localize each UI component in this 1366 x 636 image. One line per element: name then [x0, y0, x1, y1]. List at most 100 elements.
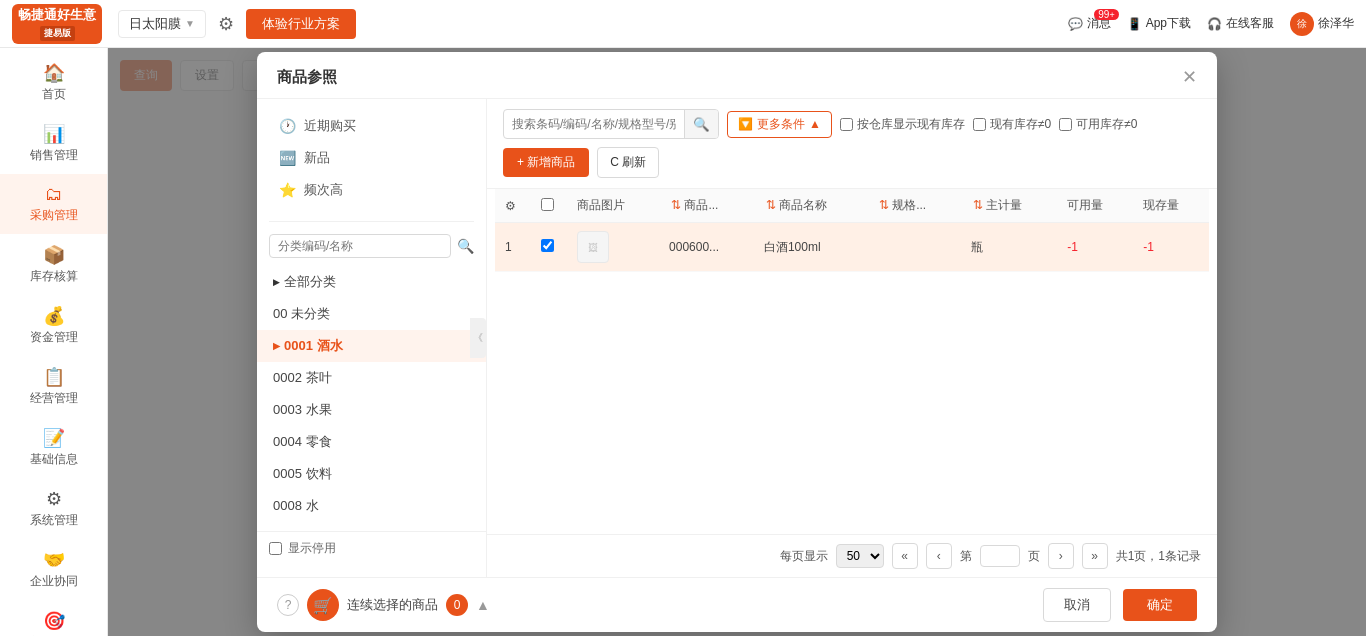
row-stock: -1 [1133, 223, 1209, 272]
sidebar-item-finance[interactable]: 💰 资金管理 [0, 295, 107, 356]
frequent-label: 频次高 [304, 181, 343, 199]
app-download-btn[interactable]: 📱 App下载 [1127, 15, 1191, 32]
category-tea[interactable]: 0002 茶叶 [257, 362, 486, 394]
category-drink-label: 0005 饮料 [273, 465, 332, 483]
select-all-checkbox[interactable] [541, 198, 554, 211]
category-snack-label: 0004 零食 [273, 433, 332, 451]
finance-icon: 💰 [43, 305, 65, 327]
filter-btn[interactable]: 🔽 更多条件 ▲ [727, 111, 832, 138]
cart-label: 连续选择的商品 [347, 596, 438, 614]
trial-button[interactable]: 体验行业方案 [246, 9, 356, 39]
available-stock-label: 可用库存≠0 [1076, 116, 1137, 133]
user-menu[interactable]: 徐 徐泽华 [1290, 12, 1354, 36]
arrow-right-icon: ▶ [273, 277, 280, 287]
help-icon[interactable]: ? [277, 594, 299, 616]
th-code[interactable]: ⇅ 商品... [659, 189, 754, 223]
frequent-tab[interactable]: ⭐ 频次高 [269, 175, 474, 205]
sidebar-item-system[interactable]: ⚙ 系统管理 [0, 478, 107, 539]
sidebar-item-purchase[interactable]: 🗂 采购管理 [0, 174, 107, 234]
sidebar-item-operation[interactable]: 📋 经营管理 [0, 356, 107, 417]
category-unclassified[interactable]: 00 未分类 [257, 298, 486, 330]
collapse-up-icon[interactable]: ▲ [476, 597, 490, 613]
page-label: 第 [960, 548, 972, 565]
product-search-input[interactable] [504, 117, 684, 131]
category-appliance[interactable]: 0010 家电 [257, 522, 486, 531]
cart-icon: 🛒 [307, 589, 339, 621]
product-table: ⚙ 商品图片 ⇅ [495, 189, 1209, 272]
th-checkbox [531, 189, 567, 223]
page-first-btn[interactable]: « [892, 543, 918, 569]
th-name[interactable]: ⇅ 商品名称 [754, 189, 867, 223]
sidebar-item-basic[interactable]: 📝 基础信息 [0, 417, 107, 478]
warehouse-stock-checkbox[interactable] [840, 118, 853, 131]
th-spec[interactable]: ⇅ 规格... [867, 189, 961, 223]
sidebar-item-home[interactable]: 🏠 首页 [0, 52, 107, 113]
modal-title: 商品参照 [277, 68, 337, 87]
column-settings-icon[interactable]: ⚙ [505, 199, 516, 213]
table-header-row: ⚙ 商品图片 ⇅ [495, 189, 1209, 223]
add-product-btn[interactable]: + 新增商品 [503, 148, 589, 177]
th-settings: ⚙ [495, 189, 531, 223]
modal-close-btn[interactable]: ✕ [1182, 66, 1197, 88]
page-prev-btn[interactable]: ‹ [926, 543, 952, 569]
filter-arrow-icon: ▲ [809, 117, 821, 131]
clock-icon: 🕐 [279, 118, 296, 134]
sidebar-item-sales[interactable]: 📊 销售管理 [0, 113, 107, 174]
category-search-row: 🔍 [269, 234, 474, 258]
page-number-input[interactable]: 1 [980, 545, 1020, 567]
category-snack[interactable]: 0004 零食 [257, 426, 486, 458]
page-last-btn[interactable]: » [1082, 543, 1108, 569]
available-stock-checkbox[interactable] [1059, 118, 1072, 131]
confirm-btn[interactable]: 确定 [1123, 589, 1197, 621]
guide-icon: 🎯 [43, 610, 65, 632]
checkbox-warehouse-stock[interactable]: 按仓库显示现有库存 [840, 116, 965, 133]
table-row[interactable]: 1 🖼 000600... [495, 223, 1209, 272]
sidebar-label-corp: 企业协同 [30, 573, 78, 590]
sidebar-item-corp[interactable]: 🤝 企业协同 [0, 539, 107, 600]
store-dropdown[interactable]: 日太阳膜 ▼ [118, 10, 206, 38]
recent-purchase-label: 近期购买 [304, 117, 356, 135]
arrow-active-icon: ▶ [273, 341, 280, 351]
checkbox-available-stock[interactable]: 可用库存≠0 [1059, 116, 1137, 133]
show-disabled-checkbox[interactable] [269, 542, 282, 555]
recent-purchase-tab[interactable]: 🕐 近期购买 [269, 111, 474, 141]
modal-footer: ? 🛒 连续选择的商品 0 ▲ 取消 确定 [257, 577, 1217, 632]
sidebar-item-guide[interactable]: 🎯 新手引导 [0, 600, 107, 636]
headset-icon: 🎧 [1207, 17, 1222, 31]
sidebar-label-operation: 经营管理 [30, 390, 78, 407]
refresh-btn[interactable]: C 刷新 [597, 147, 659, 178]
cancel-btn[interactable]: 取消 [1043, 588, 1111, 622]
category-drink[interactable]: 0005 饮料 [257, 458, 486, 490]
checkbox-existing-stock[interactable]: 现有库存≠0 [973, 116, 1051, 133]
messages-btn[interactable]: 💬 消息 99+ [1068, 15, 1111, 32]
system-icon: ⚙ [46, 488, 62, 510]
sidebar-label-purchase: 采购管理 [30, 207, 78, 224]
th-unit[interactable]: ⇅ 主计量 [961, 189, 1058, 223]
page-next-btn[interactable]: › [1048, 543, 1074, 569]
existing-stock-checkbox[interactable] [973, 118, 986, 131]
per-page-select[interactable]: 50 [836, 544, 884, 568]
settings-icon[interactable]: ⚙ [210, 8, 242, 40]
category-water[interactable]: 0008 水 [257, 490, 486, 522]
cart-count: 0 [446, 594, 468, 616]
product-search-btn[interactable]: 🔍 [684, 110, 718, 138]
existing-stock-label: 现有库存≠0 [990, 116, 1051, 133]
category-search-icon[interactable]: 🔍 [457, 238, 474, 254]
new-icon: 🆕 [279, 150, 296, 166]
filter-icon: 🔽 [738, 117, 753, 131]
row-checkbox[interactable] [541, 239, 554, 252]
row-name: 白酒100ml [754, 223, 867, 272]
row-checkbox-cell [531, 223, 567, 272]
panel-collapse-btn[interactable]: 《 [470, 318, 486, 358]
category-fruit[interactable]: 0003 水果 [257, 394, 486, 426]
category-fruit-label: 0003 水果 [273, 401, 332, 419]
category-search-input[interactable] [269, 234, 451, 258]
message-icon: 💬 [1068, 17, 1083, 31]
category-all[interactable]: ▶ 全部分类 [257, 266, 486, 298]
service-btn[interactable]: 🎧 在线客服 [1207, 15, 1274, 32]
new-products-tab[interactable]: 🆕 新品 [269, 143, 474, 173]
sidebar-item-inventory[interactable]: 📦 库存核算 [0, 234, 107, 295]
sidebar: 🏠 首页 📊 销售管理 🗂 采购管理 📦 库存核算 💰 资金管理 📋 经营管理 … [0, 48, 108, 636]
navbar: 畅捷通好生意 捷易版 日太阳膜 ▼ ⚙ 体验行业方案 💬 消息 99+ 📱 Ap… [0, 0, 1366, 48]
category-alcohol[interactable]: ▶ 0001 酒水 [257, 330, 486, 362]
